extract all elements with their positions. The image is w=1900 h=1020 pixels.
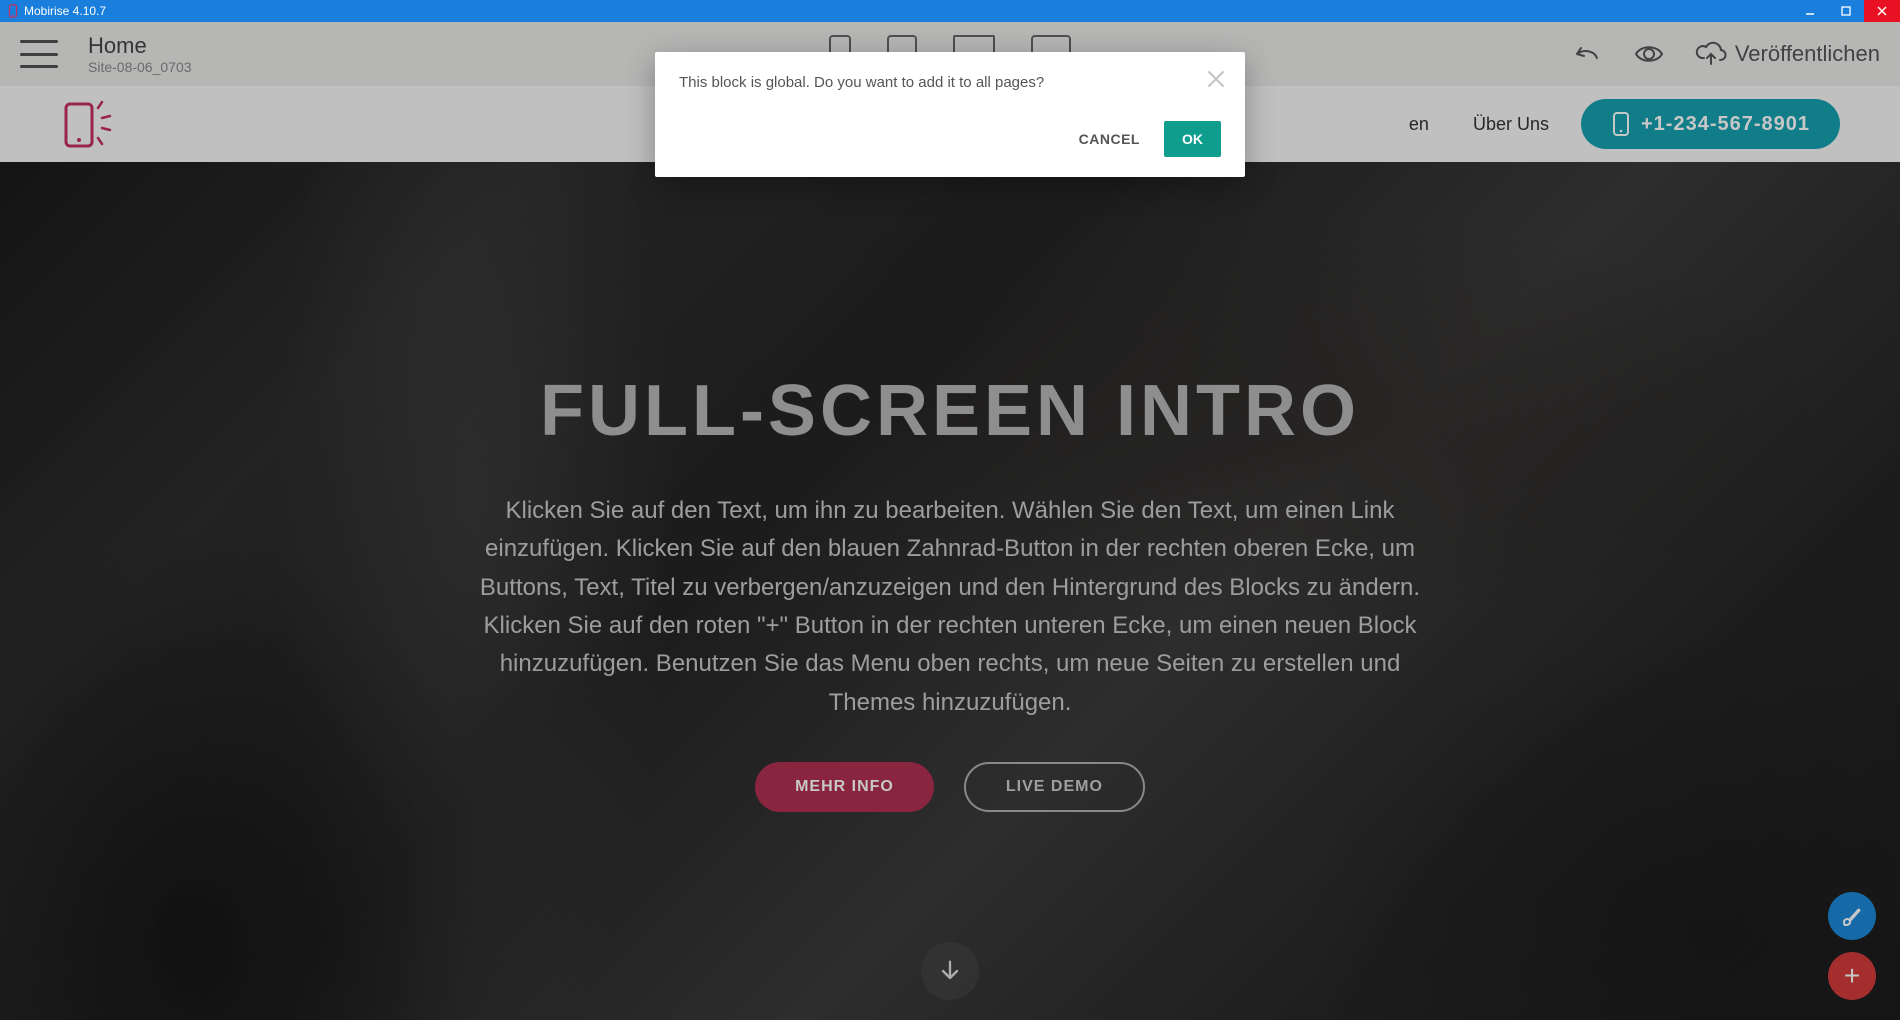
app-title: Mobirise 4.10.7 (24, 4, 106, 18)
window-titlebar: Mobirise 4.10.7 (0, 0, 1900, 22)
ok-button[interactable]: OK (1164, 121, 1221, 157)
cancel-button[interactable]: CANCEL (1073, 121, 1146, 157)
dialog-close-button[interactable] (1203, 66, 1229, 97)
dialog-message: This block is global. Do you want to add… (679, 74, 1221, 91)
window-close-button[interactable] (1864, 0, 1900, 22)
dialog-actions: CANCEL OK (679, 121, 1221, 157)
window-minimize-button[interactable] (1792, 0, 1828, 22)
app-logo-icon (6, 4, 20, 18)
confirm-dialog: This block is global. Do you want to add… (655, 52, 1245, 177)
window-maximize-button[interactable] (1828, 0, 1864, 22)
window-controls (1792, 0, 1900, 22)
close-icon (1203, 66, 1229, 92)
